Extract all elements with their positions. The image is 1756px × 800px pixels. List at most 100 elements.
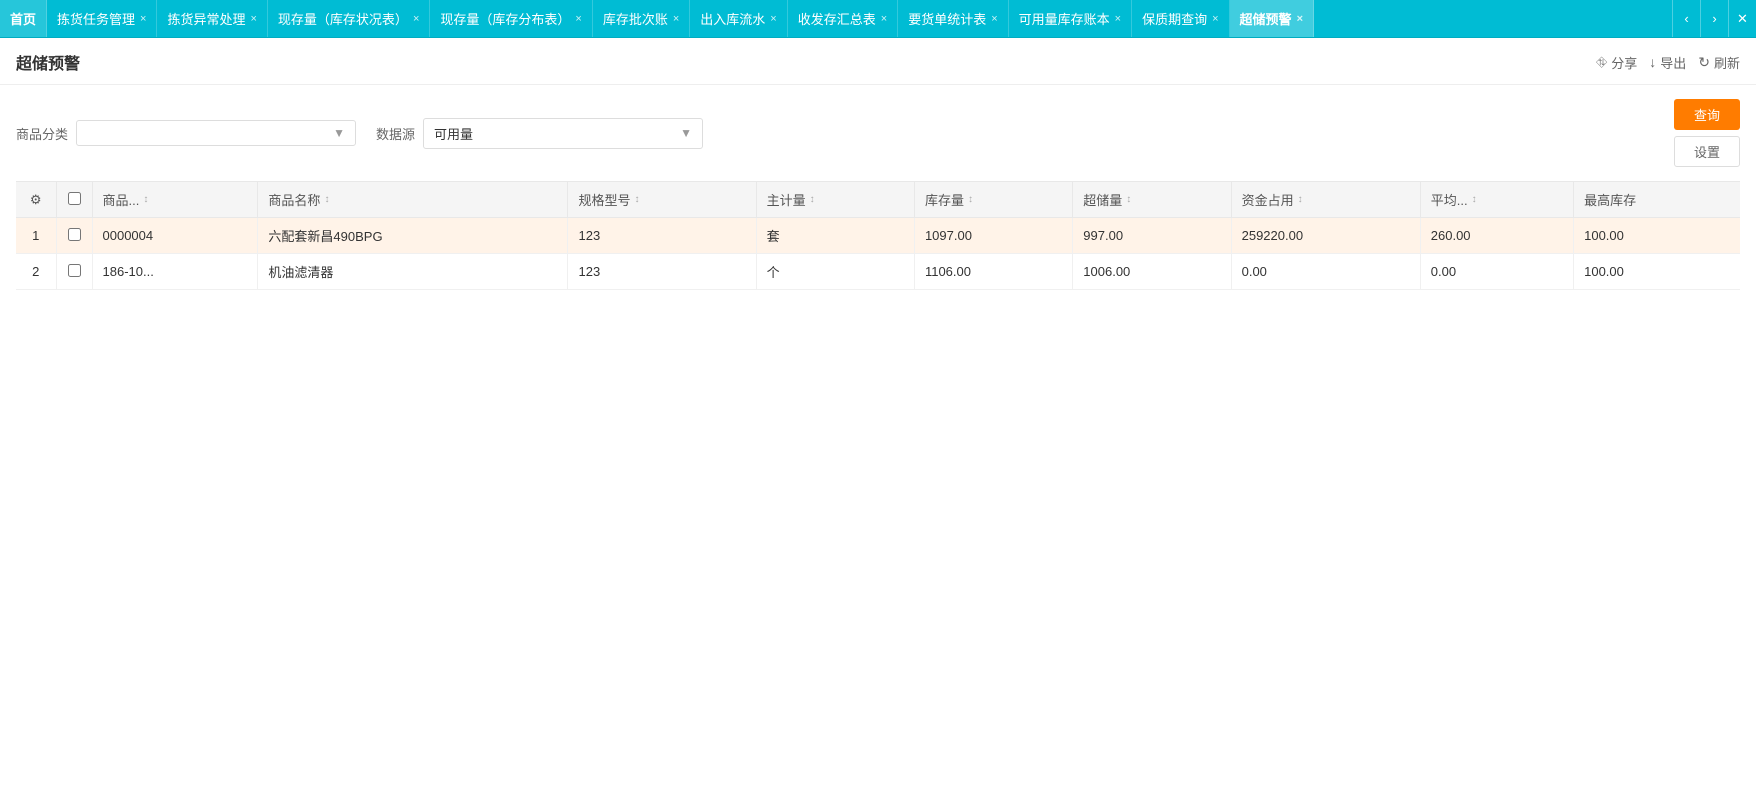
refresh-icon: ↻ bbox=[1698, 54, 1710, 71]
nav-tab-tab-6[interactable]: 出入库流水× bbox=[690, 0, 787, 38]
page-content: 超储预警 ⛗ 分享 ↓ 导出 ↻ 刷新 商品分类 ▼ 数据源 bbox=[0, 38, 1756, 800]
filter-area: 商品分类 ▼ 数据源 可用量 ▼ 查询 设置 bbox=[0, 85, 1756, 181]
th-name[interactable]: 商品名称 ↕ bbox=[258, 182, 568, 218]
nav-tab-tab-9[interactable]: 可用量库存账本× bbox=[1009, 0, 1132, 38]
cell-no-1: 2 bbox=[16, 254, 56, 290]
cell-unit-1: 个 bbox=[756, 254, 914, 290]
row-checkbox-0[interactable] bbox=[68, 228, 81, 241]
close-tab-tab-6[interactable]: × bbox=[770, 13, 776, 25]
nav-tab-tab-3[interactable]: 现存量（库存状况表）× bbox=[268, 0, 430, 38]
filter-buttons: 查询 设置 bbox=[1674, 99, 1740, 167]
cell-capital-0: 259220.00 bbox=[1231, 218, 1420, 254]
close-tab-tab-5[interactable]: × bbox=[673, 13, 679, 25]
cell-check-0[interactable] bbox=[56, 218, 92, 254]
table-header: ⚙ 商品... ↕ 商品名称 ↕ bbox=[16, 182, 1740, 218]
sort-avg-icon: ↕ bbox=[1472, 194, 1477, 205]
nav-tab-tab-7[interactable]: 收发存汇总表× bbox=[788, 0, 898, 38]
close-tab-tab-4[interactable]: × bbox=[575, 13, 581, 25]
page-title: 超储预警 bbox=[16, 50, 80, 74]
gear-icon: ⚙ bbox=[30, 192, 42, 207]
close-tab-tab-7[interactable]: × bbox=[881, 13, 887, 25]
settings-button[interactable]: 设置 bbox=[1674, 136, 1740, 167]
sort-spec-icon: ↕ bbox=[635, 194, 640, 205]
cell-stock-0: 1097.00 bbox=[914, 218, 1072, 254]
category-filter-group: 商品分类 ▼ bbox=[16, 120, 356, 146]
th-check[interactable] bbox=[56, 182, 92, 218]
cell-unit-0: 套 bbox=[756, 218, 914, 254]
nav-arrow-close[interactable]: ✕ bbox=[1728, 0, 1756, 38]
row-checkbox-1[interactable] bbox=[68, 264, 81, 277]
table-row: 2 186-10... 机油滤清器 123 个 1106.00 1006.00 … bbox=[16, 254, 1740, 290]
nav-tab-tab-2[interactable]: 拣货异常处理× bbox=[157, 0, 267, 38]
export-icon: ↓ bbox=[1649, 54, 1656, 70]
page-header: 超储预警 ⛗ 分享 ↓ 导出 ↻ 刷新 bbox=[0, 38, 1756, 85]
table-row: 1 0000004 六配套新昌490BPG 123 套 1097.00 997.… bbox=[16, 218, 1740, 254]
refresh-action[interactable]: ↻ 刷新 bbox=[1698, 53, 1740, 72]
data-table: ⚙ 商品... ↕ 商品名称 ↕ bbox=[16, 181, 1740, 290]
close-tab-tab-8[interactable]: × bbox=[991, 13, 997, 25]
close-tab-tab-1[interactable]: × bbox=[140, 13, 146, 25]
table-body: 1 0000004 六配套新昌490BPG 123 套 1097.00 997.… bbox=[16, 218, 1740, 290]
th-unit[interactable]: 主计量 ↕ bbox=[756, 182, 914, 218]
select-all-checkbox[interactable] bbox=[68, 192, 81, 205]
close-tab-tab-3[interactable]: × bbox=[413, 13, 419, 25]
nav-tab-tab-1[interactable]: 拣货任务管理× bbox=[47, 0, 157, 38]
share-icon: ⛗ bbox=[1596, 54, 1607, 71]
cell-over-0: 997.00 bbox=[1073, 218, 1231, 254]
cell-avg-0: 260.00 bbox=[1420, 218, 1573, 254]
th-gear[interactable]: ⚙ bbox=[16, 182, 56, 218]
sort-unit-icon: ↕ bbox=[810, 194, 815, 205]
cell-no-0: 1 bbox=[16, 218, 56, 254]
nav-arrow-left[interactable]: ‹ bbox=[1672, 0, 1700, 38]
nav-arrow-right[interactable]: › bbox=[1700, 0, 1728, 38]
close-tab-tab-10[interactable]: × bbox=[1212, 13, 1218, 25]
category-select[interactable]: ▼ bbox=[76, 120, 356, 146]
th-over[interactable]: 超储量 ↕ bbox=[1073, 182, 1231, 218]
export-action[interactable]: ↓ 导出 bbox=[1649, 53, 1686, 72]
sort-over-icon: ↕ bbox=[1126, 194, 1131, 205]
cell-avg-1: 0.00 bbox=[1420, 254, 1573, 290]
nav-home[interactable]: 首页 bbox=[0, 0, 47, 38]
cell-code-1: 186-10... bbox=[92, 254, 258, 290]
cell-max-0: 100.00 bbox=[1574, 218, 1740, 254]
category-chevron-icon: ▼ bbox=[333, 126, 345, 140]
cell-check-1[interactable] bbox=[56, 254, 92, 290]
th-avg[interactable]: 平均... ↕ bbox=[1420, 182, 1573, 218]
share-action[interactable]: ⛗ 分享 bbox=[1596, 53, 1637, 72]
datasource-filter-group: 数据源 可用量 ▼ bbox=[376, 118, 703, 149]
cell-max-1: 100.00 bbox=[1574, 254, 1740, 290]
nav-tab-tab-11[interactable]: 超储预警× bbox=[1230, 0, 1314, 38]
top-nav: 首页 拣货任务管理×拣货异常处理×现存量（库存状况表）×现存量（库存分布表）×库… bbox=[0, 0, 1756, 38]
cell-spec-0: 123 bbox=[568, 218, 756, 254]
close-tab-tab-2[interactable]: × bbox=[250, 13, 256, 25]
cell-spec-1: 123 bbox=[568, 254, 756, 290]
sort-stock-icon: ↕ bbox=[968, 194, 973, 205]
close-tab-tab-9[interactable]: × bbox=[1115, 13, 1121, 25]
nav-tab-tab-8[interactable]: 要货单统计表× bbox=[898, 0, 1008, 38]
sort-name-icon: ↕ bbox=[324, 194, 329, 205]
th-code[interactable]: 商品... ↕ bbox=[92, 182, 258, 218]
th-spec[interactable]: 规格型号 ↕ bbox=[568, 182, 756, 218]
datasource-select[interactable]: 可用量 ▼ bbox=[423, 118, 703, 149]
cell-name-0: 六配套新昌490BPG bbox=[258, 218, 568, 254]
nav-tab-tab-10[interactable]: 保质期查询× bbox=[1132, 0, 1229, 38]
th-max[interactable]: 最高库存 bbox=[1574, 182, 1740, 218]
cell-code-0: 0000004 bbox=[92, 218, 258, 254]
nav-tab-tab-5[interactable]: 库存批次账× bbox=[593, 0, 690, 38]
th-stock[interactable]: 库存量 ↕ bbox=[914, 182, 1072, 218]
sort-capital-icon: ↕ bbox=[1298, 194, 1303, 205]
cell-capital-1: 0.00 bbox=[1231, 254, 1420, 290]
cell-over-1: 1006.00 bbox=[1073, 254, 1231, 290]
datasource-label: 数据源 bbox=[376, 124, 415, 143]
th-capital[interactable]: 资金占用 ↕ bbox=[1231, 182, 1420, 218]
cell-name-1: 机油滤清器 bbox=[258, 254, 568, 290]
datasource-select-value: 可用量 bbox=[434, 124, 680, 143]
sort-code-icon: ↕ bbox=[143, 194, 148, 205]
nav-tab-tab-4[interactable]: 现存量（库存分布表）× bbox=[430, 0, 592, 38]
header-actions: ⛗ 分享 ↓ 导出 ↻ 刷新 bbox=[1596, 53, 1740, 72]
category-label: 商品分类 bbox=[16, 124, 68, 143]
datasource-chevron-icon: ▼ bbox=[680, 126, 692, 140]
table-container: ⚙ 商品... ↕ 商品名称 ↕ bbox=[0, 181, 1756, 290]
query-button[interactable]: 查询 bbox=[1674, 99, 1740, 130]
close-tab-tab-11[interactable]: × bbox=[1297, 13, 1303, 25]
